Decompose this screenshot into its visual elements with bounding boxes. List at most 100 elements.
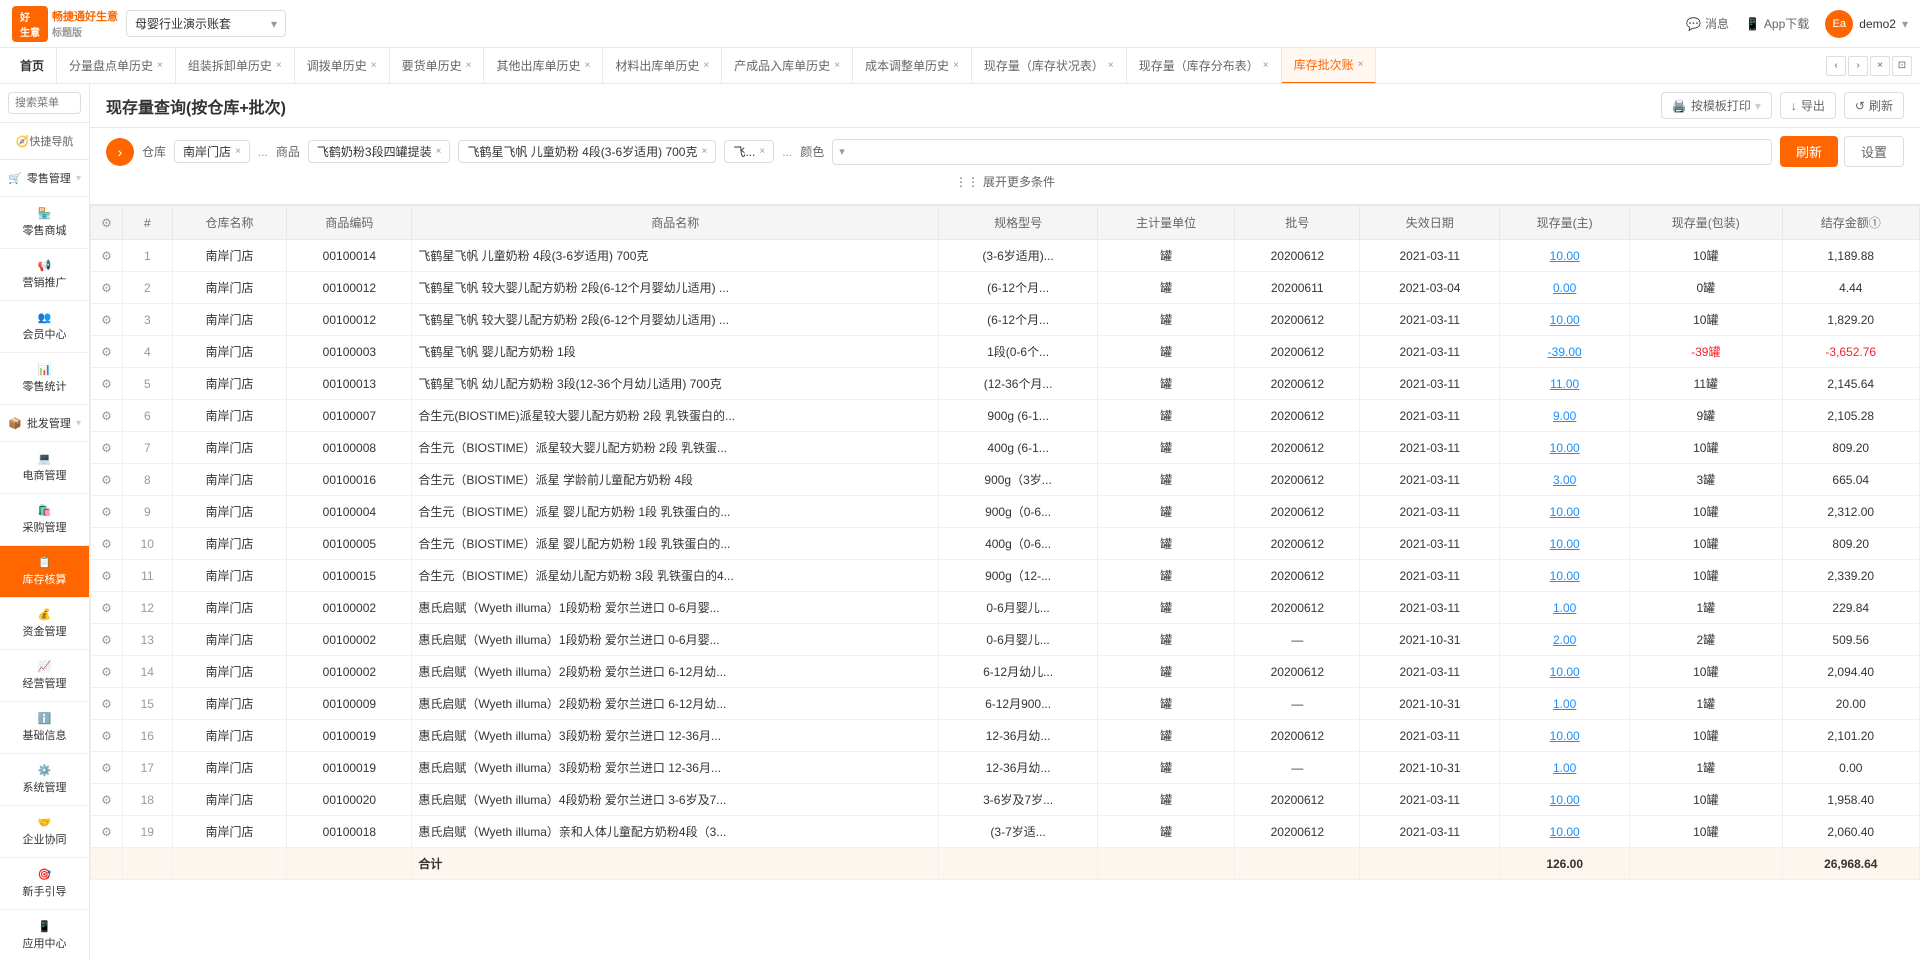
filter-expand-btn[interactable]: › [106, 138, 134, 166]
query-button[interactable]: 刷新 [1780, 136, 1838, 167]
refresh-btn[interactable]: ↺ 刷新 [1844, 92, 1904, 119]
expand-more-btn[interactable]: ⋮⋮ 展开更多条件 [955, 173, 1055, 190]
row-gear-icon[interactable]: ⚙ [97, 345, 116, 359]
row-gear-icon[interactable]: ⚙ [97, 697, 116, 711]
warehouse-more[interactable]: ... [258, 145, 268, 159]
tab-product-in-history[interactable]: 产成品入库单历史 × [722, 48, 853, 84]
print-template-btn[interactable]: 🖨️ 按模板打印 ▾ [1661, 92, 1772, 119]
row-gear-icon[interactable]: ⚙ [97, 505, 116, 519]
tab-prev-btn[interactable]: ‹ [1826, 56, 1846, 76]
tab-home[interactable]: 首页 [8, 48, 57, 84]
export-btn[interactable]: ↓ 导出 [1780, 92, 1836, 119]
remove-warehouse-tag[interactable]: × [235, 146, 241, 157]
td-stock-main-8[interactable]: 10.00 [1500, 496, 1630, 528]
tab-close-btn[interactable]: × [1870, 56, 1890, 76]
td-stock-main-14[interactable]: 1.00 [1500, 688, 1630, 720]
row-gear-icon[interactable]: ⚙ [97, 825, 116, 839]
td-stock-main-0[interactable]: 10.00 [1500, 240, 1630, 272]
app-download-btn[interactable]: 📱 App下载 [1745, 15, 1809, 32]
close-tab-10[interactable]: × [1263, 60, 1269, 71]
td-stock-main-4[interactable]: 11.00 [1500, 368, 1630, 400]
close-tab-5[interactable]: × [584, 60, 590, 71]
sidebar-item-guide[interactable]: 🎯 新手引导 [0, 858, 89, 910]
goods-more[interactable]: ... [782, 145, 792, 159]
sidebar-nav-quick[interactable]: 🧭 快捷导航 [0, 127, 89, 155]
sidebar-item-retail-mall[interactable]: 🏪 零售商城 [0, 197, 89, 249]
search-input[interactable] [8, 92, 81, 114]
tab-next-btn[interactable]: › [1848, 56, 1868, 76]
td-stock-main-18[interactable]: 10.00 [1500, 816, 1630, 848]
tab-split-history[interactable]: 分量盘点单历史 × [57, 48, 176, 84]
account-selector[interactable]: 母婴行业演示账套 ▾ [126, 10, 286, 37]
row-gear-icon[interactable]: ⚙ [97, 377, 116, 391]
row-gear-icon[interactable]: ⚙ [97, 537, 116, 551]
td-stock-main-2[interactable]: 10.00 [1500, 304, 1630, 336]
close-tab-4[interactable]: × [466, 60, 472, 71]
tab-more-btn[interactable]: ⊡ [1892, 56, 1912, 76]
color-input[interactable]: ▾ [832, 139, 1772, 165]
row-gear-icon[interactable]: ⚙ [97, 729, 116, 743]
td-stock-main-7[interactable]: 3.00 [1500, 464, 1630, 496]
sidebar-item-enterprise[interactable]: 🤝 企业协同 [0, 806, 89, 858]
sidebar-item-basic[interactable]: ℹ️ 基础信息 [0, 702, 89, 754]
td-stock-main-15[interactable]: 10.00 [1500, 720, 1630, 752]
sidebar-item-marketing[interactable]: 📢 营销推广 [0, 249, 89, 301]
row-gear-icon[interactable]: ⚙ [97, 441, 116, 455]
close-tab-3[interactable]: × [371, 60, 377, 71]
td-stock-main-11[interactable]: 1.00 [1500, 592, 1630, 624]
td-stock-main-3[interactable]: -39.00 [1500, 336, 1630, 368]
close-tab-1[interactable]: × [157, 60, 163, 71]
tab-other-out-history[interactable]: 其他出库单历史 × [484, 48, 603, 84]
close-tab-2[interactable]: × [276, 60, 282, 71]
sidebar-item-retail-stats[interactable]: 📊 零售统计 [0, 353, 89, 405]
remove-goods-tag-1[interactable]: × [701, 146, 707, 157]
remove-goods-tag-0[interactable]: × [436, 146, 442, 157]
td-stock-main-10[interactable]: 10.00 [1500, 560, 1630, 592]
row-gear-icon[interactable]: ⚙ [97, 761, 116, 775]
tab-transfer-history[interactable]: 调拨单历史 × [295, 48, 390, 84]
tab-stock-dist[interactable]: 现存量（库存分布表） × [1127, 48, 1282, 84]
sidebar-item-inventory[interactable]: 📋 库存核算 [0, 546, 89, 598]
row-gear-icon[interactable]: ⚙ [97, 601, 116, 615]
sidebar-item-system[interactable]: ⚙️ 系统管理 [0, 754, 89, 806]
sidebar-item-member[interactable]: 👥 会员中心 [0, 301, 89, 353]
row-gear-icon[interactable]: ⚙ [97, 665, 116, 679]
close-tab-6[interactable]: × [703, 60, 709, 71]
row-gear-icon[interactable]: ⚙ [97, 249, 116, 263]
sidebar-item-operations[interactable]: 📈 经营管理 [0, 650, 89, 702]
remove-goods-tag-2[interactable]: × [759, 146, 765, 157]
close-tab-8[interactable]: × [953, 60, 959, 71]
sidebar-item-finance[interactable]: 💰 资金管理 [0, 598, 89, 650]
row-gear-icon[interactable]: ⚙ [97, 793, 116, 807]
row-gear-icon[interactable]: ⚙ [97, 569, 116, 583]
message-btn[interactable]: 💬 消息 [1686, 15, 1729, 32]
tab-batch-voucher[interactable]: 库存批次账 × [1282, 48, 1377, 84]
tab-stock-status[interactable]: 现存量（库存状况表） × [972, 48, 1127, 84]
row-gear-icon[interactable]: ⚙ [97, 409, 116, 423]
sidebar-item-ecommerce[interactable]: 💻 电商管理 [0, 442, 89, 494]
sidebar-item-app-center[interactable]: 📱 应用中心 [0, 910, 89, 960]
sidebar-item-retail[interactable]: 🛒 零售管理 ▾ [0, 160, 89, 197]
row-gear-icon[interactable]: ⚙ [97, 281, 116, 295]
sidebar-item-purchase[interactable]: 🛍️ 采购管理 [0, 494, 89, 546]
td-stock-main-6[interactable]: 10.00 [1500, 432, 1630, 464]
row-gear-icon[interactable]: ⚙ [97, 473, 116, 487]
user-area[interactable]: Ea demo2 ▾ [1825, 10, 1908, 38]
row-gear-icon[interactable]: ⚙ [97, 313, 116, 327]
td-stock-main-12[interactable]: 2.00 [1500, 624, 1630, 656]
tab-cost-adjust-history[interactable]: 成本调整单历史 × [853, 48, 972, 84]
close-tab-9[interactable]: × [1108, 60, 1114, 71]
close-tab-7[interactable]: × [834, 60, 840, 71]
close-tab-11[interactable]: × [1358, 59, 1364, 70]
td-stock-main-1[interactable]: 0.00 [1500, 272, 1630, 304]
tab-disassemble-history[interactable]: 组装拆卸单历史 × [176, 48, 295, 84]
sidebar-item-wholesale[interactable]: 📦 批发管理 ▾ [0, 405, 89, 442]
td-stock-main-9[interactable]: 10.00 [1500, 528, 1630, 560]
tab-material-out-history[interactable]: 材料出库单历史 × [603, 48, 722, 84]
td-stock-main-13[interactable]: 10.00 [1500, 656, 1630, 688]
row-gear-icon[interactable]: ⚙ [97, 633, 116, 647]
td-stock-main-17[interactable]: 10.00 [1500, 784, 1630, 816]
setting-button[interactable]: 设置 [1844, 136, 1904, 167]
td-stock-main-16[interactable]: 1.00 [1500, 752, 1630, 784]
tab-request-history[interactable]: 要货单历史 × [390, 48, 485, 84]
